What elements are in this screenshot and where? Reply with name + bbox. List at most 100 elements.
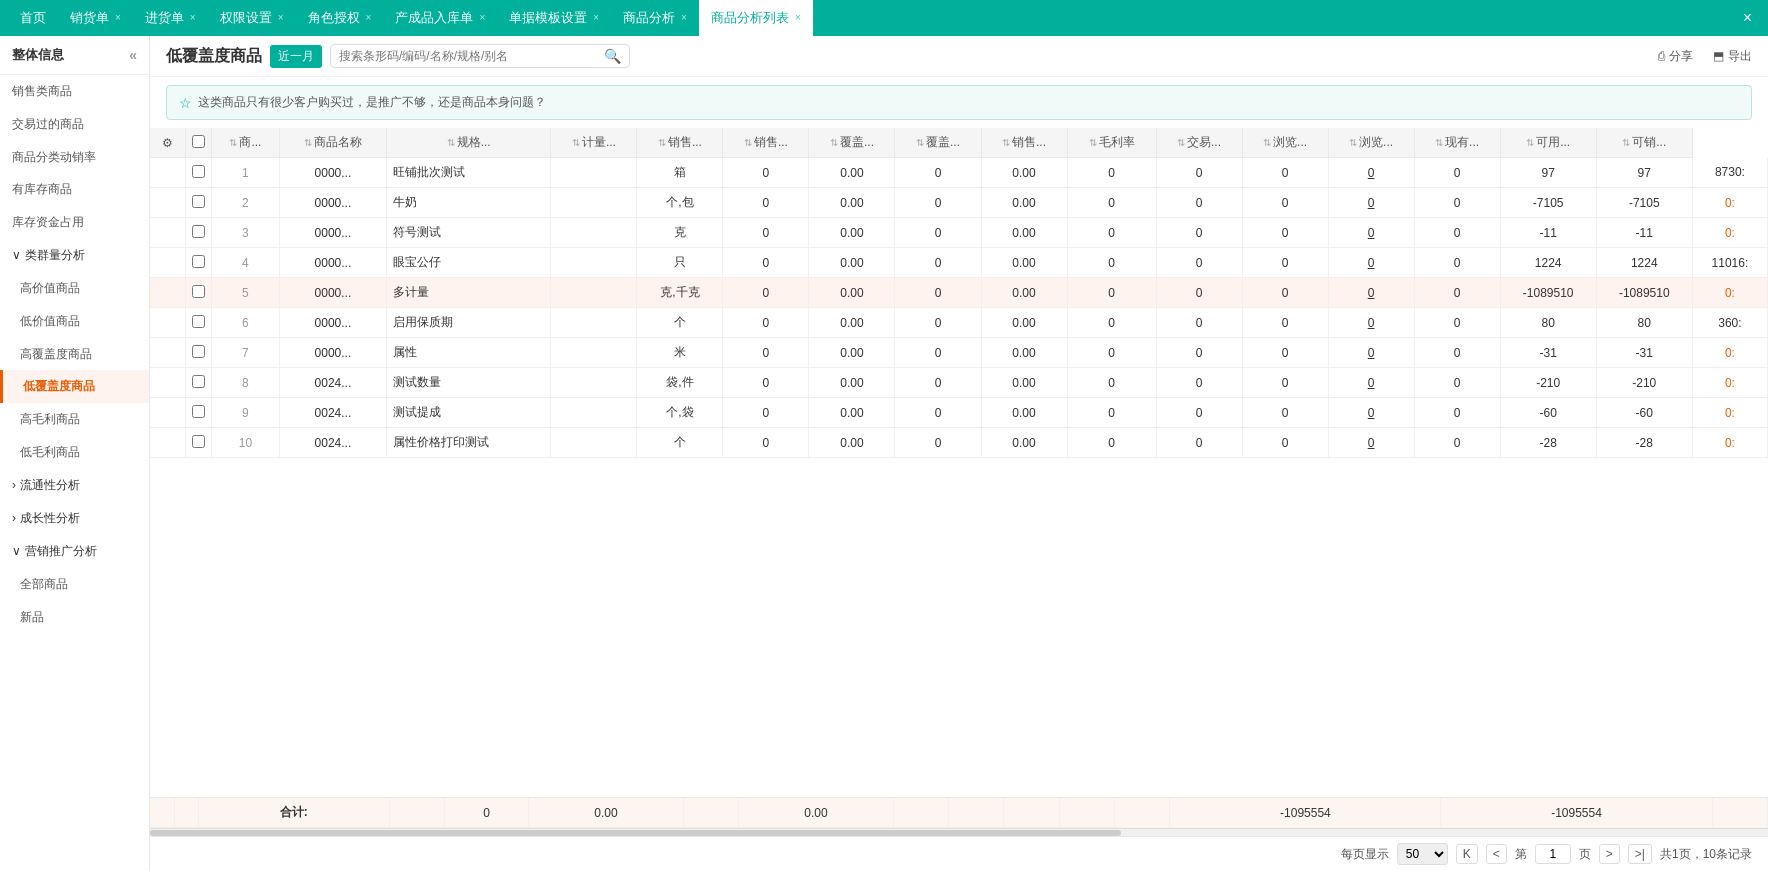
prev-page-button[interactable]: <	[1486, 844, 1507, 864]
search-input[interactable]	[339, 49, 604, 63]
export-button[interactable]: ⬒ 导出	[1713, 48, 1752, 65]
cell-checkbox[interactable]	[185, 308, 211, 338]
cell-browse1[interactable]: 0	[1328, 338, 1414, 368]
sidebar-item-low-margin[interactable]: 低毛利商品	[0, 436, 149, 469]
sidebar-item-new-goods[interactable]: 新品	[0, 601, 149, 634]
cell-name[interactable]: 符号测试	[386, 218, 550, 248]
sidebar-item-high-coverage[interactable]: 高覆盖度商品	[0, 338, 149, 371]
sidebar-item-category-rate[interactable]: 商品分类动销率	[0, 141, 149, 174]
next-page-button[interactable]: >	[1599, 844, 1620, 864]
th-spec[interactable]: 规格...	[386, 128, 550, 158]
cell-name[interactable]: 属性价格打印测试	[386, 428, 550, 458]
th-transaction[interactable]: 交易...	[1156, 128, 1242, 158]
cell-name[interactable]: 多计量	[386, 278, 550, 308]
cell-browse1[interactable]: 0	[1328, 308, 1414, 338]
sidebar-item-all-goods[interactable]: 全部商品	[0, 568, 149, 601]
nav-item-analysis[interactable]: 商品分析 ×	[611, 0, 699, 36]
nav-item-roles[interactable]: 角色授权 ×	[296, 0, 384, 36]
th-coverage1[interactable]: 覆盖...	[809, 128, 895, 158]
cell-name[interactable]: 启用保质期	[386, 308, 550, 338]
cell-name[interactable]: 测试提成	[386, 398, 550, 428]
cell-checkbox[interactable]	[185, 338, 211, 368]
sidebar-item-low-coverage[interactable]: 低覆盖度商品	[0, 370, 149, 403]
window-close-button[interactable]: ×	[1735, 9, 1760, 27]
nav-close-template[interactable]: ×	[593, 0, 599, 36]
row-checkbox[interactable]	[192, 345, 205, 358]
th-unit[interactable]: 计量...	[551, 128, 637, 158]
sidebar-item-stock-goods[interactable]: 有库存商品	[0, 173, 149, 206]
th-settings[interactable]: ⚙	[150, 128, 185, 158]
cell-name[interactable]: 牛奶	[386, 188, 550, 218]
th-name[interactable]: 商品名称	[279, 128, 386, 158]
nav-item-production[interactable]: 产成品入库单 ×	[383, 0, 497, 36]
cell-name[interactable]: 属性	[386, 338, 550, 368]
nav-item-sales[interactable]: 销货单 ×	[58, 0, 133, 36]
select-all-checkbox[interactable]	[192, 135, 205, 148]
sidebar-item-traded-goods[interactable]: 交易过的商品	[0, 108, 149, 141]
cell-name[interactable]: 眼宝公仔	[386, 248, 550, 278]
cell-browse1[interactable]: 0	[1328, 248, 1414, 278]
cell-checkbox[interactable]	[185, 368, 211, 398]
th-saleable[interactable]: 可销...	[1596, 128, 1692, 158]
cell-checkbox[interactable]	[185, 188, 211, 218]
cell-browse1[interactable]: 0	[1328, 158, 1414, 188]
row-checkbox[interactable]	[192, 255, 205, 268]
settings-icon[interactable]: ⚙	[162, 136, 173, 150]
nav-close-analysis-list[interactable]: ×	[795, 0, 801, 36]
cell-browse1[interactable]: 0	[1328, 188, 1414, 218]
th-sales-extra[interactable]: 销售...	[981, 128, 1067, 158]
cell-browse1[interactable]: 0	[1328, 398, 1414, 428]
row-checkbox[interactable]	[192, 315, 205, 328]
nav-close-production[interactable]: ×	[479, 0, 485, 36]
cell-checkbox[interactable]	[185, 398, 211, 428]
nav-item-template[interactable]: 单据模板设置 ×	[497, 0, 611, 36]
nav-close-analysis[interactable]: ×	[681, 0, 687, 36]
row-checkbox[interactable]	[192, 285, 205, 298]
nav-close-roles[interactable]: ×	[366, 0, 372, 36]
cell-browse1[interactable]: 0	[1328, 278, 1414, 308]
cell-checkbox[interactable]	[185, 278, 211, 308]
th-sales-amt[interactable]: 销售...	[723, 128, 809, 158]
last-page-button[interactable]: >|	[1628, 844, 1652, 864]
nav-item-home[interactable]: 首页	[8, 0, 58, 36]
page-size-select[interactable]: 50 20 100	[1397, 843, 1448, 865]
th-sales-qty[interactable]: 销售...	[637, 128, 723, 158]
sidebar-item-low-value[interactable]: 低价值商品	[0, 305, 149, 338]
nav-item-permissions[interactable]: 权限设置 ×	[208, 0, 296, 36]
sidebar-item-capital[interactable]: 库存资金占用	[0, 206, 149, 239]
cell-checkbox[interactable]	[185, 248, 211, 278]
nav-item-analysis-list[interactable]: 商品分析列表 ×	[699, 0, 813, 36]
nav-close-permissions[interactable]: ×	[278, 0, 284, 36]
th-browse1[interactable]: 浏览...	[1242, 128, 1328, 158]
first-page-button[interactable]: K	[1456, 844, 1478, 864]
sidebar-group-circulation[interactable]: › 流通性分析	[0, 469, 149, 502]
sidebar-item-high-margin[interactable]: 高毛利商品	[0, 403, 149, 436]
cell-browse1[interactable]: 0	[1328, 428, 1414, 458]
cell-name[interactable]: 旺铺批次测试	[386, 158, 550, 188]
sidebar-item-high-value[interactable]: 高价值商品	[0, 272, 149, 305]
row-checkbox[interactable]	[192, 195, 205, 208]
th-checkbox[interactable]	[185, 128, 211, 158]
nav-close-sales[interactable]: ×	[115, 0, 121, 36]
th-browse2[interactable]: 浏览...	[1328, 128, 1414, 158]
sidebar-group-marketing[interactable]: ∨ 营销推广分析	[0, 535, 149, 568]
sidebar-group-growth[interactable]: › 成长性分析	[0, 502, 149, 535]
page-number-input[interactable]	[1535, 844, 1571, 864]
cell-browse1[interactable]: 0	[1328, 218, 1414, 248]
horizontal-scrollbar[interactable]	[150, 828, 1768, 836]
th-available[interactable]: 可用...	[1500, 128, 1596, 158]
th-code[interactable]: 商...	[211, 128, 279, 158]
cell-checkbox[interactable]	[185, 158, 211, 188]
cell-checkbox[interactable]	[185, 428, 211, 458]
th-coverage2[interactable]: 覆盖...	[895, 128, 981, 158]
nav-item-purchase[interactable]: 进货单 ×	[133, 0, 208, 36]
cell-checkbox[interactable]	[185, 218, 211, 248]
th-gross-rate[interactable]: 毛利率	[1067, 128, 1156, 158]
cell-browse1[interactable]: 0	[1328, 368, 1414, 398]
sidebar-collapse-button[interactable]: «	[129, 47, 137, 63]
period-button[interactable]: 近一月	[270, 45, 322, 68]
sidebar-group-quantity-analysis[interactable]: ∨ 类群量分析	[0, 239, 149, 272]
row-checkbox[interactable]	[192, 225, 205, 238]
share-button[interactable]: ⎙ 分享	[1658, 48, 1693, 65]
th-current-stock[interactable]: 现有...	[1414, 128, 1500, 158]
